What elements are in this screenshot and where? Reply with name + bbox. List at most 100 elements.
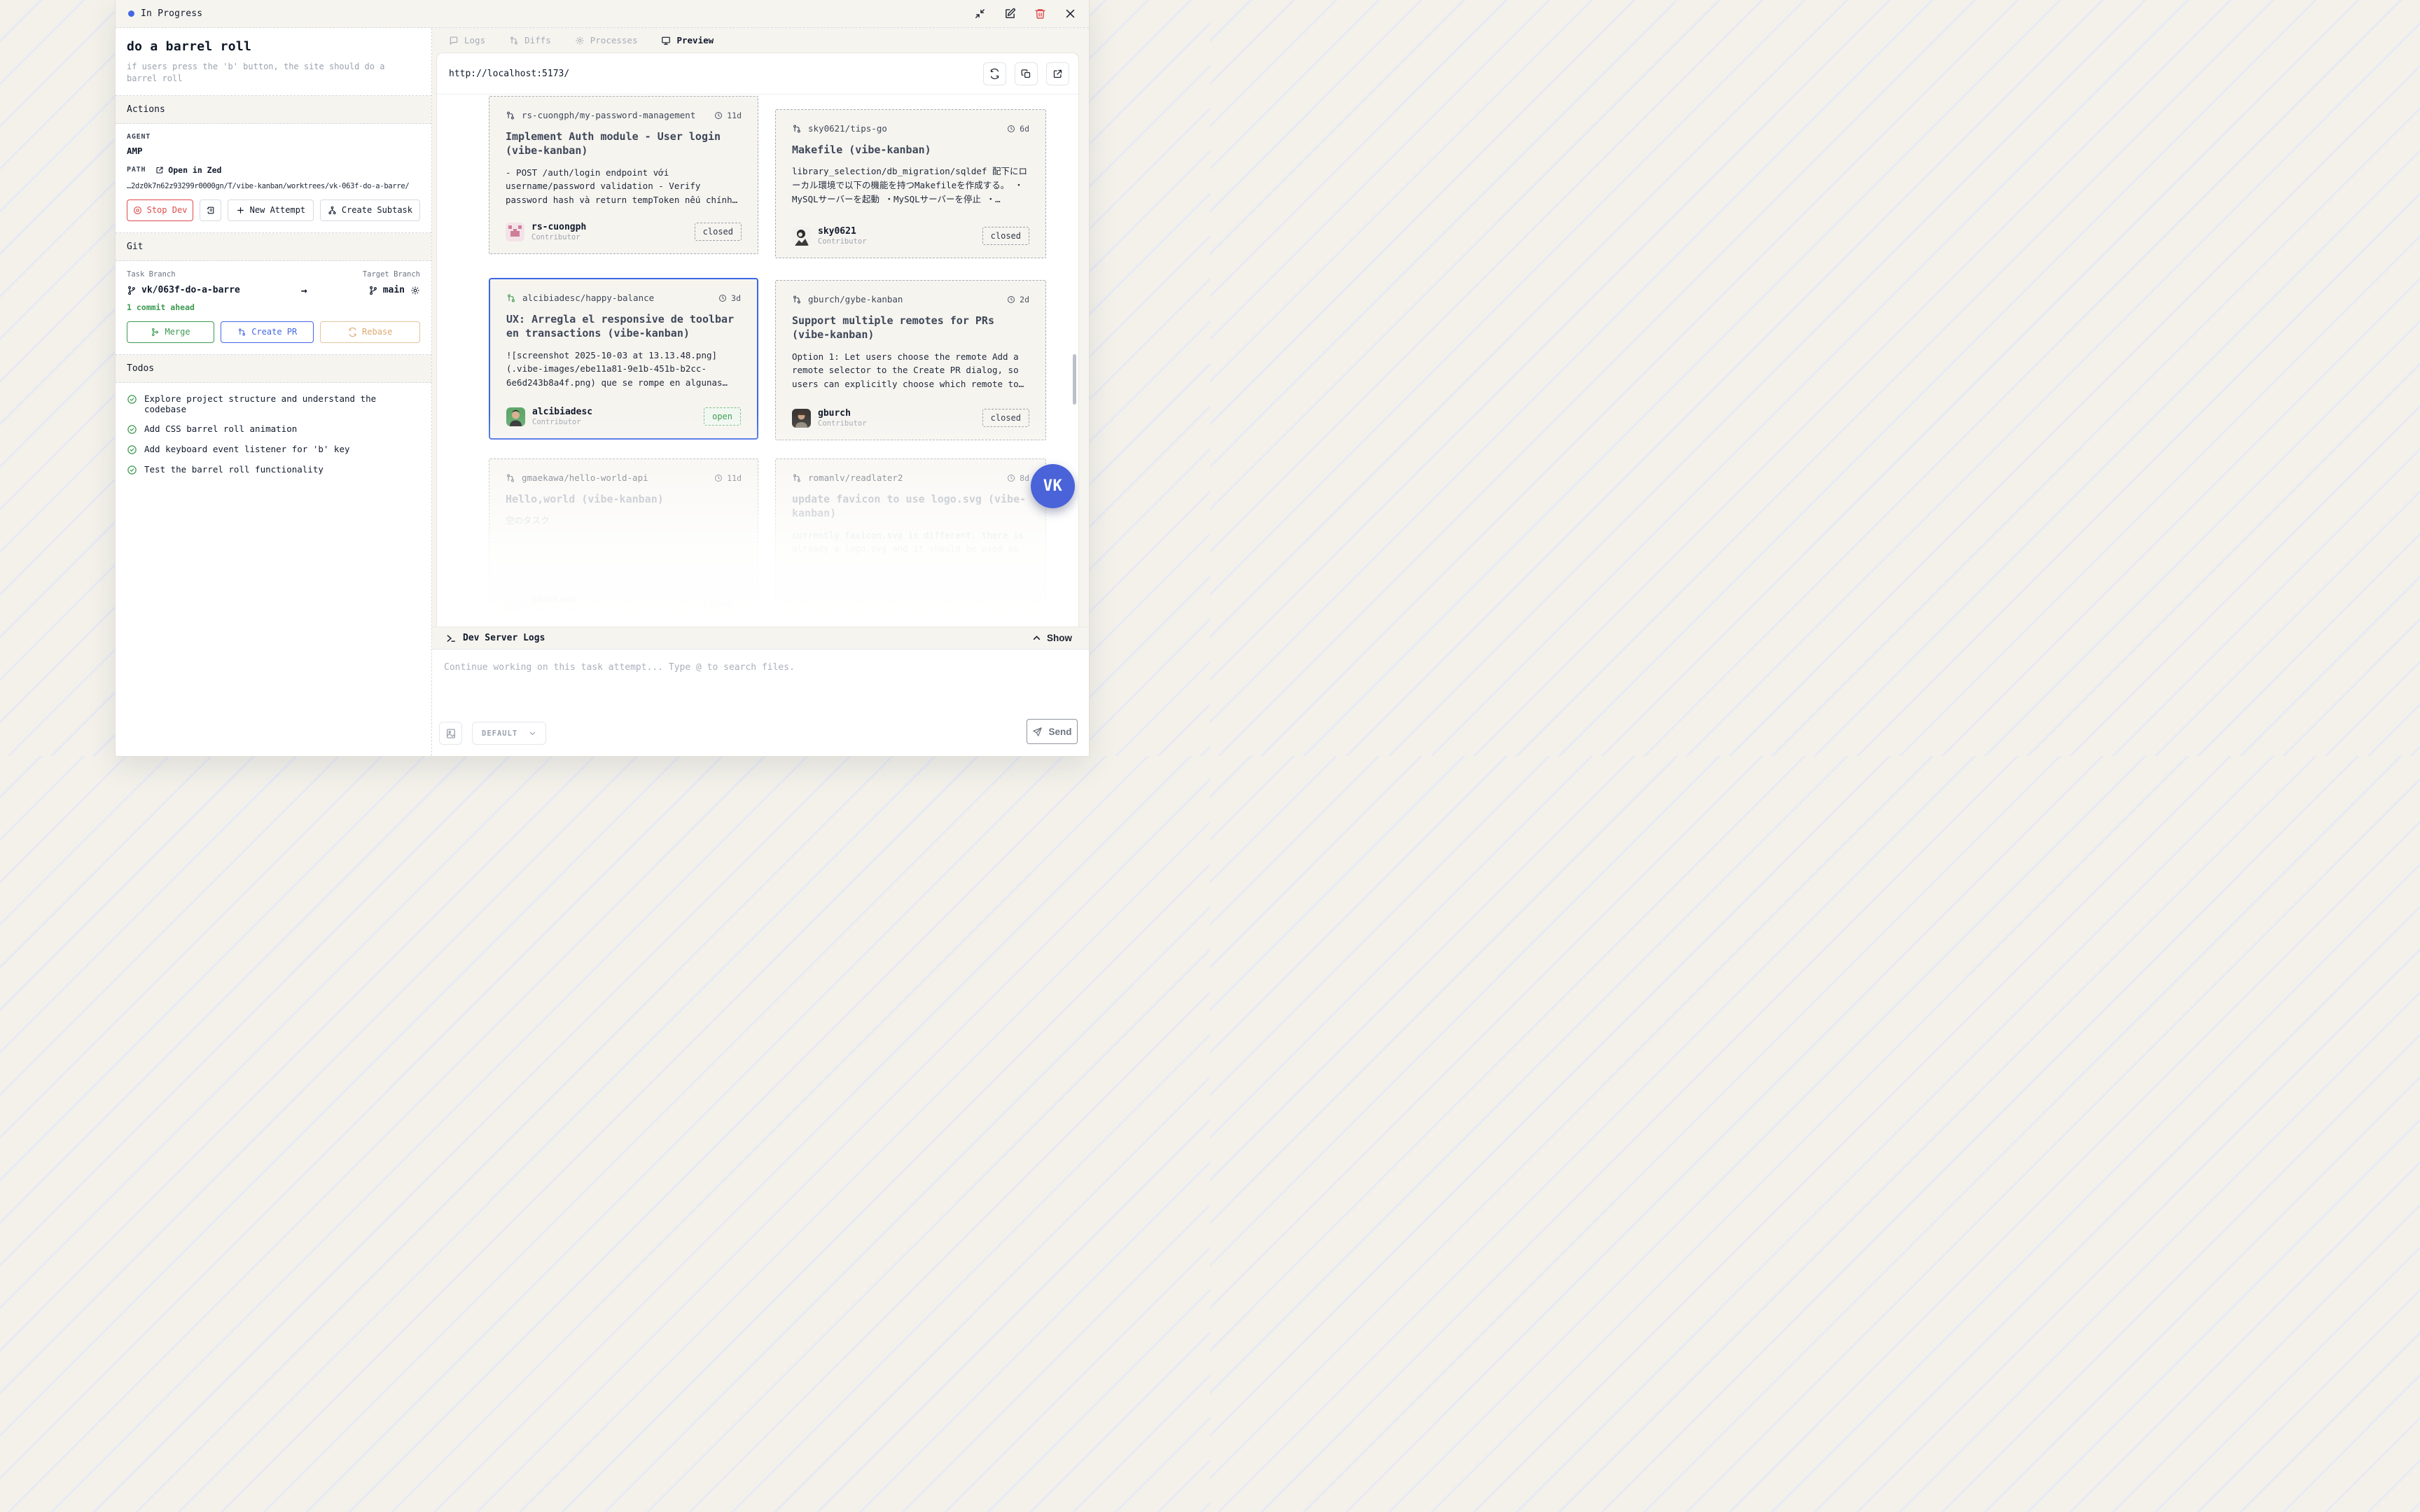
repo-name: gburch/gybe-kanban: [808, 294, 903, 304]
branch-settings-gear-icon[interactable]: [410, 286, 420, 295]
tab-diffs[interactable]: Diffs: [509, 35, 551, 46]
target-branch: main: [368, 285, 405, 295]
clock-icon: [1008, 474, 1015, 482]
todos-section-header: Todos: [116, 354, 431, 383]
message-input[interactable]: [444, 662, 1077, 711]
terminal-icon: [447, 634, 455, 642]
age-label: 11d: [714, 473, 742, 483]
pr-card[interactable]: sky0621/tips-go 6d Makefile (vibe-kanban…: [775, 109, 1046, 258]
monitor-icon: [662, 36, 671, 45]
scrollbar-thumb[interactable]: [1073, 354, 1076, 405]
status-badge: In Progress: [128, 8, 202, 19]
new-attempt-button[interactable]: New Attempt: [228, 199, 314, 221]
pr-title: UX: Arregla el responsive de toolbar en …: [506, 313, 735, 340]
create-pr-button[interactable]: Create PR: [221, 321, 314, 343]
scroll-icon: [207, 206, 214, 214]
edit-icon[interactable]: [1004, 8, 1016, 20]
pr-description: currently favicon.svg is different, ther…: [792, 529, 1024, 554]
pr-description: 空のタスク: [506, 515, 550, 526]
pr-title: Hello,world (vibe-kanban): [506, 493, 664, 505]
show-logs-toggle[interactable]: Show: [1032, 633, 1072, 643]
create-subtask-button[interactable]: Create Subtask: [319, 199, 420, 221]
avatar: [506, 222, 524, 241]
pr-card[interactable]: gmaekawa/hello-world-api 11d Hello,world…: [489, 458, 758, 626]
author-role: Contributor: [532, 418, 581, 426]
author-role: Contributor: [531, 233, 580, 241]
attach-image-button[interactable]: [439, 722, 462, 745]
actions-section: AGENT AMP PATH Open in Zed …2dz0k7n62z93…: [116, 124, 431, 233]
repo-name: romanlv/readlater2: [808, 472, 903, 483]
author-name: gmaekawa: [531, 594, 576, 605]
author-role: Contributor: [531, 606, 580, 614]
send-button[interactable]: Send: [1027, 719, 1078, 744]
preview-viewport: rs-cuongph/my-password-management 11d Im…: [437, 94, 1078, 626]
pr-card-selected[interactable]: alcibiadesc/happy-balance 3d UX: Arregla…: [489, 278, 758, 440]
todo-item: Add keyboard event listener for 'b' key: [127, 444, 420, 455]
clock-icon: [1008, 125, 1015, 132]
clock-icon: [715, 111, 723, 119]
close-icon[interactable]: [1064, 8, 1076, 20]
main-panel: Logs Diffs Processes Preview http://loca…: [432, 28, 1089, 756]
gear-icon: [576, 36, 584, 45]
status-label: In Progress: [141, 8, 203, 19]
target-branch-label: Target Branch: [362, 270, 420, 279]
titlebar-actions: [974, 8, 1076, 20]
author-name: gburch: [818, 408, 851, 419]
url-text[interactable]: http://localhost:5173/: [449, 69, 569, 79]
status-badge: closed: [982, 409, 1029, 427]
dev-server-logs-bar: Dev Server Logs Show: [432, 626, 1089, 650]
author-name: rs-cuongph: [531, 222, 587, 232]
git-section-header: Git: [116, 232, 431, 261]
composer: DEFAULT Send: [432, 650, 1089, 756]
pr-card[interactable]: romanlv/readlater2 8d update favicon to …: [775, 458, 1046, 626]
refresh-button[interactable]: [983, 62, 1006, 85]
repo-name: sky0621/tips-go: [808, 123, 887, 134]
pr-description: ![screenshot 2025-10-03 at 13.13.48.png]…: [506, 349, 728, 388]
tab-processes[interactable]: Processes: [575, 35, 637, 46]
git-pull-request-icon: [239, 328, 246, 336]
git-pull-request-icon: [507, 111, 514, 119]
dev-logs-button[interactable]: [200, 199, 221, 221]
tab-preview[interactable]: Preview: [661, 35, 714, 46]
external-link-icon: [1053, 69, 1062, 78]
check-circle-icon: [127, 425, 137, 434]
delete-icon[interactable]: [1034, 8, 1046, 20]
task-branch: vk/063f-do-a-barre: [127, 285, 240, 295]
pr-card[interactable]: rs-cuongph/my-password-management 11d Im…: [489, 96, 758, 254]
author-name: sky0621: [818, 226, 856, 237]
minimize-icon[interactable]: [974, 8, 986, 20]
pr-card[interactable]: gburch/gybe-kanban 2d Support multiple r…: [775, 280, 1046, 440]
page-title: do a barrel roll: [127, 39, 252, 54]
repo-name: rs-cuongph/my-password-management: [522, 110, 696, 120]
variant-select[interactable]: DEFAULT: [472, 722, 547, 745]
task-header: do a barrel roll if users press the 'b' …: [116, 28, 431, 96]
clock-icon: [715, 474, 723, 482]
vibe-kanban-logo[interactable]: VK: [1031, 464, 1075, 508]
agent-value: AMP: [127, 145, 143, 156]
author-name: alcibiadesc: [532, 407, 593, 417]
open-external-button[interactable]: [1046, 62, 1069, 85]
git-merge-icon: [152, 328, 159, 336]
refresh-icon: [990, 68, 999, 79]
open-in-zed-link[interactable]: Open in Zed: [155, 165, 221, 175]
tab-logs[interactable]: Logs: [449, 35, 485, 46]
avatar: [792, 226, 811, 246]
tab-bar: Logs Diffs Processes Preview: [432, 28, 1089, 52]
status-badge: closed: [982, 227, 1029, 245]
copy-url-button[interactable]: [1015, 62, 1038, 85]
git-branch-icon: [128, 286, 135, 295]
check-circle-icon: [127, 465, 137, 475]
chevron-up-icon: [1033, 636, 1041, 640]
stop-dev-button[interactable]: Stop Dev: [127, 199, 193, 221]
merge-button[interactable]: Merge: [127, 321, 215, 343]
git-pull-request-icon: [793, 474, 800, 482]
age-label: 8d: [1007, 473, 1029, 483]
avatar: [506, 407, 525, 426]
git-pull-request-icon: [793, 125, 800, 132]
pr-description: library_selection/db_migration/sqldef 配下…: [792, 166, 1027, 204]
pr-title: Implement Auth module - User login (vibe…: [506, 130, 721, 158]
git-section: Task Branch Target Branch vk/063f-do-a-b…: [116, 261, 431, 355]
arrow-right-icon: →: [300, 284, 307, 297]
rebase-button[interactable]: Rebase: [320, 321, 420, 343]
git-branch-icon: [369, 286, 377, 295]
